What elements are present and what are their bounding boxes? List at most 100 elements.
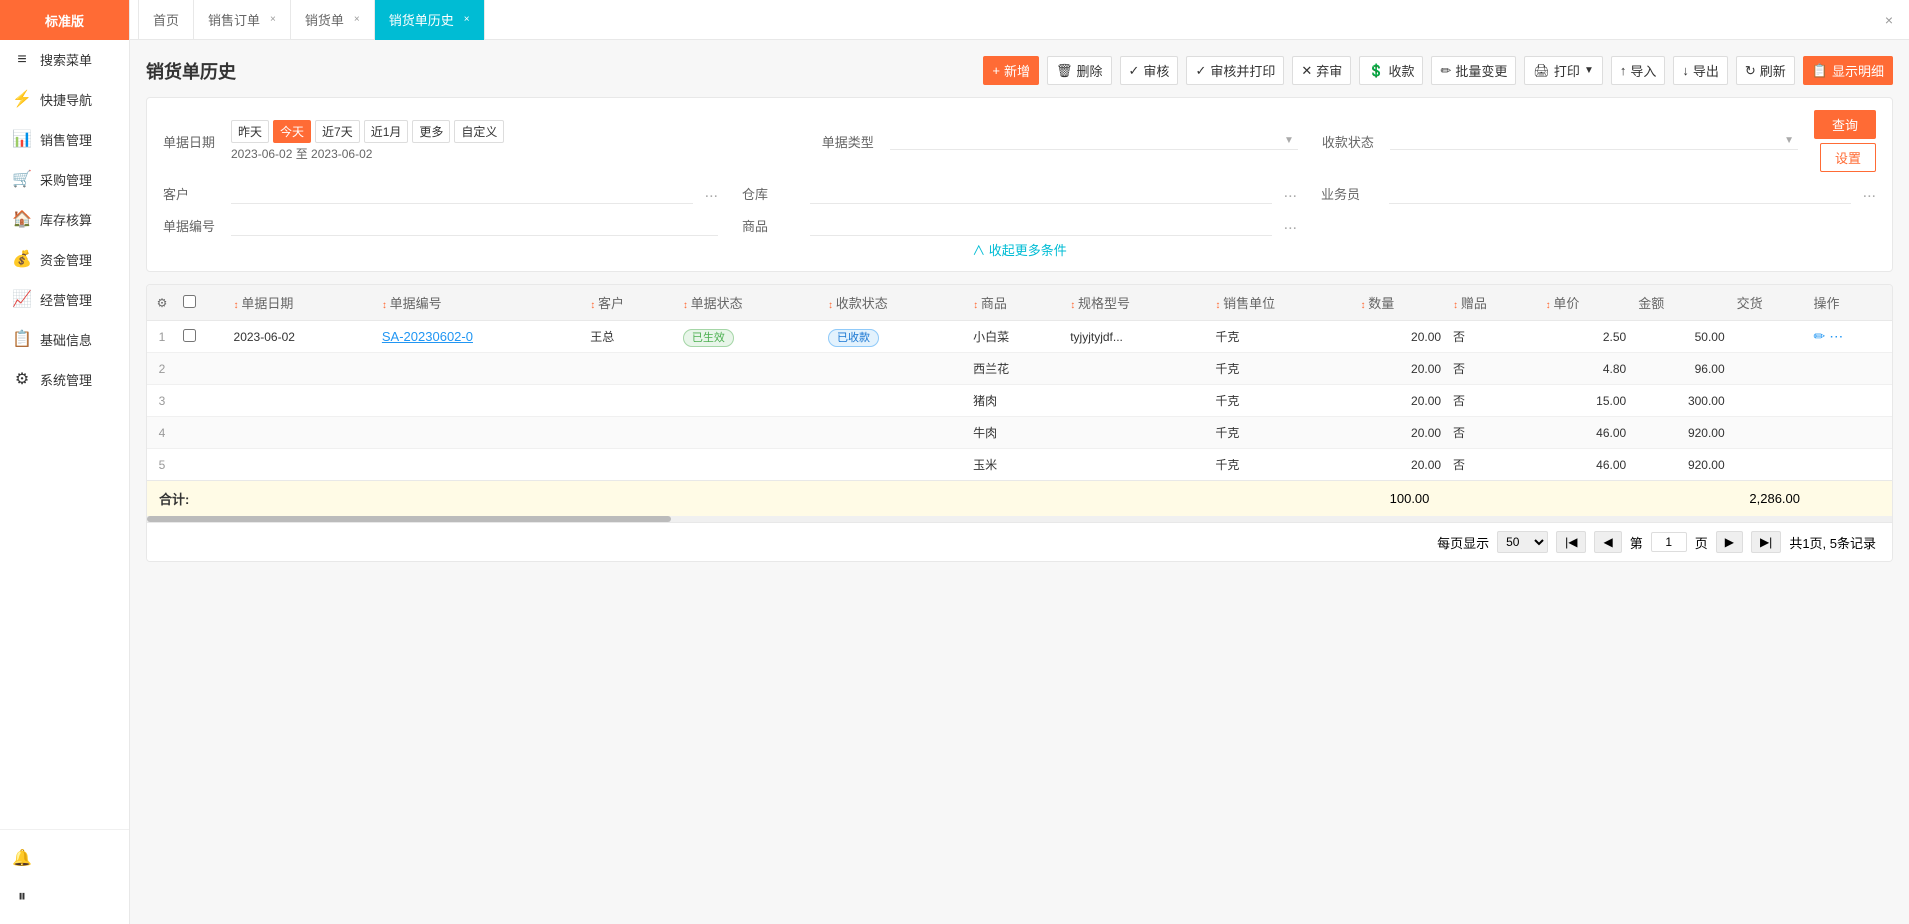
data-table: ⚙ 单据日期 单据编号 客户 单据状态 收款状态 商品 规格型号 销售单位 数量… bbox=[146, 284, 1893, 562]
sidebar-pause[interactable]: ⏸ bbox=[0, 878, 129, 916]
tab-sales-order-close[interactable]: × bbox=[270, 14, 276, 25]
delete-button[interactable]: 🗑 删除 bbox=[1047, 56, 1112, 85]
th-doc-date[interactable]: 单据日期 bbox=[228, 285, 376, 321]
refresh-button[interactable]: ↻ 刷新 bbox=[1736, 56, 1795, 85]
query-actions: 查询 设置 bbox=[1814, 110, 1876, 172]
th-doc-status[interactable]: 单据状态 bbox=[677, 285, 822, 321]
abandon-button[interactable]: ✕ 弃审 bbox=[1292, 56, 1351, 85]
th-unit-price[interactable]: 单价 bbox=[1540, 285, 1633, 321]
salesman-input[interactable] bbox=[1389, 182, 1851, 204]
tab-sales-order[interactable]: 销售订单 × bbox=[194, 0, 291, 40]
audit-print-button[interactable]: ✓ 审核并打印 bbox=[1186, 56, 1284, 85]
export-icon: ↓ bbox=[1682, 63, 1689, 78]
th-spec-label: 规格型号 bbox=[1078, 296, 1130, 311]
collapse-bar[interactable]: ∧ 收起更多条件 bbox=[163, 236, 1876, 259]
doc-no-link-0[interactable]: SA-20230602-0 bbox=[382, 329, 473, 344]
th-goods[interactable]: 商品 bbox=[967, 285, 1064, 321]
tab-sales-delivery-close[interactable]: × bbox=[354, 14, 360, 25]
sidebar-item-purchase-mgmt[interactable]: 🛒 采购管理 bbox=[0, 159, 129, 199]
sidebar-item-basic-info[interactable]: 📋 基础信息 bbox=[0, 319, 129, 359]
warehouse-dots[interactable]: ... bbox=[1284, 184, 1297, 202]
yesterday-btn[interactable]: 昨天 bbox=[231, 120, 269, 143]
prev-page-button[interactable]: ◀ bbox=[1594, 531, 1621, 553]
row-payment-status-2 bbox=[822, 385, 967, 417]
th-customer[interactable]: 客户 bbox=[584, 285, 677, 321]
collect-button[interactable]: 💲 收款 bbox=[1359, 56, 1423, 85]
tabs-close-all[interactable]: × bbox=[1877, 12, 1901, 28]
sidebar-item-ops-mgmt[interactable]: 📈 经营管理 bbox=[0, 279, 129, 319]
row-operation-1 bbox=[1808, 353, 1893, 385]
sidebar-item-sales-mgmt[interactable]: 📊 销售管理 bbox=[0, 119, 129, 159]
th-quantity[interactable]: 数量 bbox=[1354, 285, 1447, 321]
select-all-checkbox[interactable] bbox=[183, 295, 196, 308]
more-op-icon-0[interactable]: ⋯ bbox=[1829, 328, 1843, 345]
th-settings[interactable]: ⚙ bbox=[147, 285, 177, 321]
th-quantity-label: 数量 bbox=[1368, 296, 1394, 311]
export-label: 导出 bbox=[1693, 61, 1719, 80]
row-gear-2: 3 bbox=[147, 385, 177, 417]
sidebar-item-system-mgmt[interactable]: ⚙ 系统管理 bbox=[0, 359, 129, 399]
import-button[interactable]: ↑ 导入 bbox=[1611, 56, 1666, 85]
sidebar-notification[interactable]: 🔔 bbox=[0, 838, 129, 878]
batch-change-button[interactable]: ✏ 批量变更 bbox=[1431, 56, 1516, 85]
edit-icon-0[interactable]: ✏ bbox=[1814, 328, 1826, 345]
goods-input[interactable] bbox=[810, 214, 1272, 236]
th-spec[interactable]: 规格型号 bbox=[1064, 285, 1209, 321]
th-gift[interactable]: 赠品 bbox=[1447, 285, 1540, 321]
last-page-button[interactable]: ▶| bbox=[1751, 531, 1781, 553]
set-button[interactable]: 设置 bbox=[1820, 143, 1876, 172]
date-label: 单据日期 bbox=[163, 132, 223, 151]
week-btn[interactable]: 近7天 bbox=[315, 120, 360, 143]
th-goods-label: 商品 bbox=[981, 296, 1007, 311]
row-spec-1 bbox=[1064, 353, 1209, 385]
print-icon: 🖨 bbox=[1533, 63, 1550, 79]
customer-input[interactable] bbox=[231, 182, 693, 204]
sidebar-item-funds-mgmt[interactable]: 💰 资金管理 bbox=[0, 239, 129, 279]
th-doc-no[interactable]: 单据编号 bbox=[376, 285, 584, 321]
month-btn[interactable]: 近1月 bbox=[364, 120, 409, 143]
tab-sales-history[interactable]: 销货单历史 × bbox=[375, 0, 485, 40]
goods-dots[interactable]: ... bbox=[1284, 216, 1297, 234]
row-doc-no-4 bbox=[376, 449, 584, 481]
th-payment-status[interactable]: 收款状态 bbox=[822, 285, 967, 321]
audit-button[interactable]: ✓ 审核 bbox=[1120, 56, 1179, 85]
row-gift-4: 否 bbox=[1447, 449, 1540, 481]
warehouse-input[interactable] bbox=[810, 182, 1272, 204]
payment-status-select[interactable]: ▼ bbox=[1390, 132, 1798, 150]
row-check-0[interactable] bbox=[183, 329, 196, 342]
th-sales-unit-label: 销售单位 bbox=[1223, 296, 1275, 311]
print-button[interactable]: 🖨 打印 ▼ bbox=[1524, 56, 1602, 85]
first-page-button[interactable]: |◀ bbox=[1556, 531, 1586, 553]
row-transaction-0 bbox=[1731, 321, 1808, 353]
tab-sales-delivery[interactable]: 销货单 × bbox=[291, 0, 375, 40]
sidebar-bottom: 🔔 ⏸ bbox=[0, 829, 129, 924]
tab-sales-history-close[interactable]: × bbox=[464, 14, 470, 25]
row-gear-3: 4 bbox=[147, 417, 177, 449]
more-btn[interactable]: 更多 bbox=[412, 120, 450, 143]
docno-input[interactable] bbox=[231, 214, 718, 236]
row-quantity-0: 20.00 bbox=[1354, 321, 1447, 353]
export-button[interactable]: ↓ 导出 bbox=[1673, 56, 1728, 85]
total-label: 合计: bbox=[159, 489, 189, 508]
show-detail-button[interactable]: 📋 显示明细 bbox=[1803, 56, 1893, 85]
audit-icon: ✓ bbox=[1129, 63, 1140, 79]
date-range: 2023-06-02 至 2023-06-02 bbox=[231, 145, 504, 162]
query-button[interactable]: 查询 bbox=[1814, 110, 1876, 139]
per-page-select[interactable]: 50 100 200 bbox=[1497, 531, 1548, 553]
salesman-dots[interactable]: ... bbox=[1863, 184, 1876, 202]
today-btn[interactable]: 今天 bbox=[273, 120, 311, 143]
new-button[interactable]: + 新增 bbox=[983, 56, 1039, 85]
customer-dots[interactable]: ... bbox=[705, 184, 718, 202]
sidebar-item-quick-nav[interactable]: ⚡ 快捷导航 bbox=[0, 79, 129, 119]
page-input[interactable] bbox=[1651, 532, 1687, 552]
th-operation-label: 操作 bbox=[1814, 296, 1840, 311]
sidebar-item-inventory-calc[interactable]: 🏠 库存核算 bbox=[0, 199, 129, 239]
tab-home[interactable]: 首页 bbox=[138, 0, 194, 40]
row-spec-3 bbox=[1064, 417, 1209, 449]
th-doc-date-label: 单据日期 bbox=[241, 296, 293, 311]
sidebar-item-search-menu[interactable]: ≡ 搜索菜单 bbox=[0, 40, 129, 79]
custom-btn[interactable]: 自定义 bbox=[454, 120, 504, 143]
th-sales-unit[interactable]: 销售单位 bbox=[1209, 285, 1354, 321]
next-page-button[interactable]: ▶ bbox=[1716, 531, 1743, 553]
doctype-select[interactable]: ▼ bbox=[890, 132, 1298, 150]
